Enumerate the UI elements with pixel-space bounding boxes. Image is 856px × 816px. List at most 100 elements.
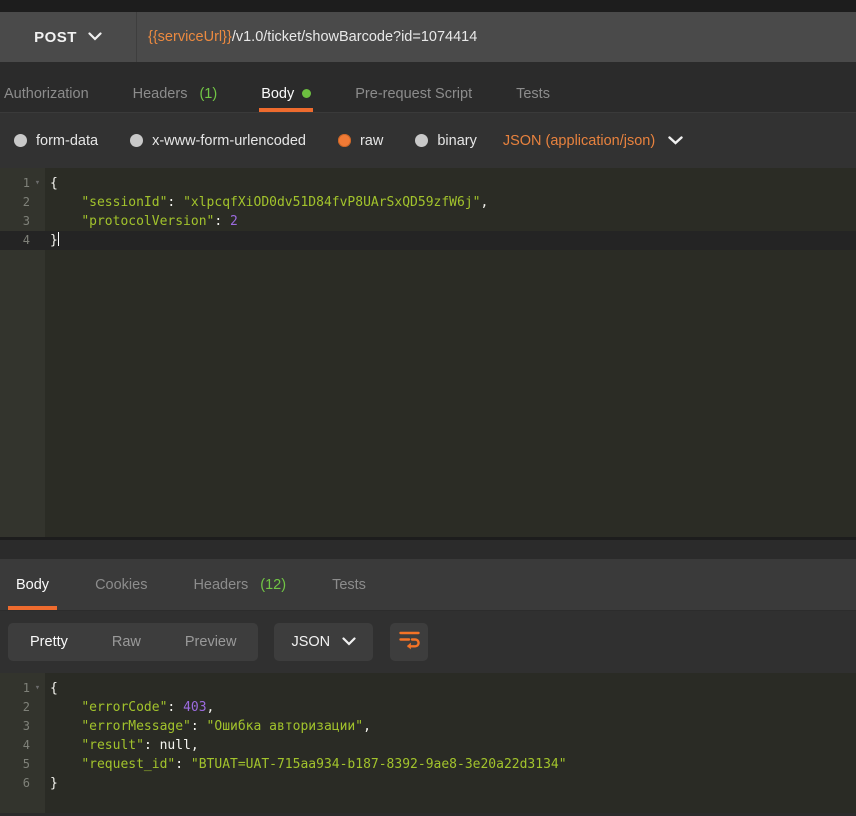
response-tab-headers[interactable]: Headers (12): [185, 559, 294, 610]
wrap-text-button[interactable]: [390, 623, 429, 661]
response-tab-body[interactable]: Body: [8, 559, 57, 610]
code-line[interactable]: 3 "errorMessage": "Ошибка авторизации",: [0, 717, 856, 736]
tab-label: Headers: [193, 576, 249, 593]
tab-label: Headers: [132, 85, 188, 102]
wrap-text-icon: [398, 629, 421, 655]
code-lines: 1 ▾{2 "errorCode": 403, 3 "errorMessage": …: [0, 673, 856, 793]
response-tab-tests[interactable]: Tests: [324, 559, 374, 610]
tab-tests[interactable]: Tests: [514, 75, 552, 112]
response-tabs: Body Cookies Headers (12) Tests: [0, 559, 856, 611]
radio-binary[interactable]: binary: [415, 133, 477, 149]
url-path: /v1.0/ticket/showBarcode?id=1074414: [231, 29, 478, 45]
headers-count-badge: (12): [260, 576, 287, 593]
tab-authorization[interactable]: Authorization: [2, 75, 91, 112]
response-format-label: JSON: [291, 634, 331, 650]
line-number: 1: [22, 176, 30, 190]
line-number: 5: [22, 757, 30, 771]
fold-arrow-icon[interactable]: ▾: [30, 174, 45, 193]
code-line[interactable]: 1 ▾{: [0, 174, 856, 193]
code-line[interactable]: 2 "errorCode": 403,: [0, 698, 856, 717]
response-format-dropdown[interactable]: JSON: [274, 623, 374, 661]
line-number: 1: [22, 681, 30, 695]
code-text[interactable]: "errorCode": 403,: [45, 698, 856, 717]
code-line[interactable]: 5 "request_id": "BTUAT=UAT-715aa934-b187…: [0, 755, 856, 774]
code-line[interactable]: 2 "sessionId": "xlpcqfXiOD0dv51D84fvP8UA…: [0, 193, 856, 212]
tab-headers[interactable]: Headers (1): [131, 75, 220, 112]
window-top-strip: [0, 0, 856, 12]
headers-count-badge: (1): [199, 85, 218, 102]
code-text[interactable]: {: [45, 679, 856, 698]
radio-form-data[interactable]: form-data: [14, 133, 98, 149]
url-environment-variable: {{serviceUrl}}: [148, 29, 232, 45]
view-mode-preview[interactable]: Preview: [163, 634, 259, 650]
line-number: 3: [22, 719, 30, 733]
tab-label: Body: [261, 85, 295, 102]
tab-body[interactable]: Body: [259, 75, 313, 112]
tab-label: Cookies: [95, 576, 148, 593]
method-dropdown[interactable]: POST: [0, 12, 137, 62]
code-line[interactable]: 6}: [0, 774, 856, 793]
response-tab-cookies[interactable]: Cookies: [87, 559, 155, 610]
line-number: 3: [22, 214, 30, 228]
content-type-dropdown[interactable]: JSON (application/json): [503, 132, 683, 150]
response-body-editor[interactable]: 1 ▾{2 "errorCode": 403, 3 "errorMessage": …: [0, 673, 856, 813]
line-number: 2: [22, 195, 30, 209]
view-mode-pretty[interactable]: Pretty: [8, 634, 90, 650]
tab-label: Authorization: [4, 85, 89, 102]
radio-raw[interactable]: raw: [337, 132, 384, 149]
line-number: 4: [22, 233, 30, 247]
code-text[interactable]: }: [45, 774, 856, 793]
postman-window: POST {{serviceUrl}}/v1.0/ticket/showBarc…: [0, 0, 856, 816]
radio-circle-icon: [14, 134, 27, 147]
body-filled-dot-icon: [302, 89, 312, 98]
code-line[interactable]: 4}: [0, 231, 856, 250]
code-text[interactable]: }: [45, 231, 856, 250]
radio-label: binary: [437, 132, 477, 149]
fold-arrow-icon[interactable]: ▾: [30, 679, 45, 698]
radio-label: form-data: [36, 132, 99, 149]
code-line[interactable]: 4 "result": null,: [0, 736, 856, 755]
radio-circle-icon: [130, 134, 144, 147]
tab-label: Tests: [516, 85, 550, 102]
tab-label: Pre-request Script: [355, 85, 473, 102]
radio-label: x-www-form-urlencoded: [152, 132, 306, 149]
line-number: 6: [22, 776, 30, 790]
request-url-bar: POST {{serviceUrl}}/v1.0/ticket/showBarc…: [0, 12, 856, 62]
code-text[interactable]: {: [45, 174, 856, 193]
code-line[interactable]: 3 "protocolVersion": 2: [0, 212, 856, 231]
request-body-editor[interactable]: 1 ▾{2 "sessionId": "xlpcqfXiOD0dv51D84fvP…: [0, 168, 856, 540]
radio-x-www-form-urlencoded[interactable]: x-www-form-urlencoded: [130, 133, 306, 149]
body-type-row: form-data x-www-form-urlencoded raw bina…: [0, 112, 856, 168]
tab-pre-request-script[interactable]: Pre-request Script: [353, 75, 474, 112]
url-input[interactable]: {{serviceUrl}}/v1.0/ticket/showBarcode?i…: [137, 12, 856, 62]
tab-label: Tests: [332, 576, 366, 593]
response-toolbar: Pretty Raw Preview JSON: [0, 611, 856, 673]
method-label: POST: [34, 28, 77, 46]
radio-label: raw: [359, 132, 384, 149]
chevron-down-icon: [88, 28, 102, 46]
radio-selected-icon: [337, 134, 351, 147]
view-mode-group: Pretty Raw Preview: [8, 623, 259, 661]
code-text[interactable]: "protocolVersion": 2: [45, 212, 856, 231]
request-tabs: Authorization Headers (1) Body Pre-reques…: [0, 75, 856, 112]
code-lines: 1 ▾{2 "sessionId": "xlpcqfXiOD0dv51D84fvP…: [0, 168, 856, 250]
view-mode-raw[interactable]: Raw: [90, 634, 163, 650]
code-text[interactable]: "errorMessage": "Ошибка авторизации",: [45, 717, 856, 736]
radio-circle-icon: [415, 134, 429, 147]
code-text[interactable]: "result": null,: [45, 736, 856, 755]
chevron-down-icon: [668, 132, 683, 150]
code-text[interactable]: "sessionId": "xlpcqfXiOD0dv51D84fvP8UArS…: [45, 193, 856, 212]
line-number: 2: [22, 700, 30, 714]
line-number: 4: [22, 738, 30, 752]
code-text[interactable]: "request_id": "BTUAT=UAT-715aa934-b187-8…: [45, 755, 856, 774]
request-response-divider[interactable]: [0, 540, 856, 559]
code-line[interactable]: 1 ▾{: [0, 679, 856, 698]
